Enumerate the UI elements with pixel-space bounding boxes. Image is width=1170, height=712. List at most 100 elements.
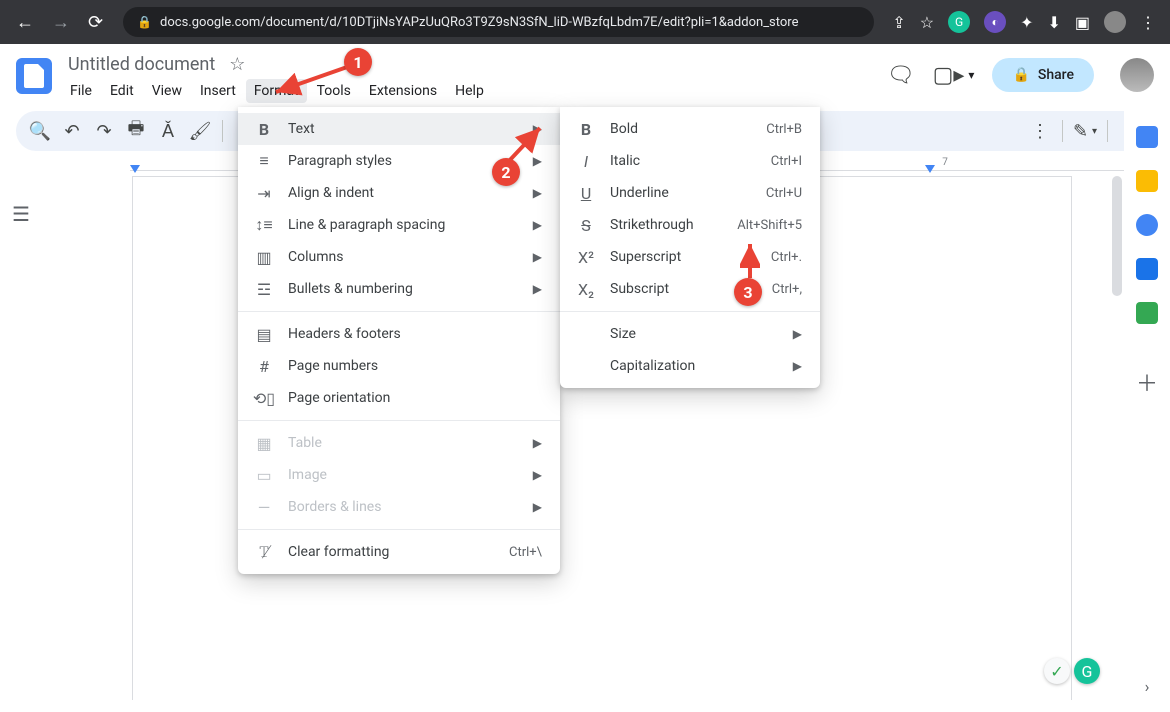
menu-item-label: Capitalization <box>610 358 749 374</box>
menu-item-page-orientation[interactable]: ⟲▯ Page orientation <box>238 382 560 414</box>
toolbar-separator <box>1107 120 1108 142</box>
forward-icon[interactable]: → <box>52 12 70 33</box>
profile-avatar-icon[interactable] <box>1104 11 1126 33</box>
menu-item-page-numbers[interactable]: # Page numbers <box>238 350 560 382</box>
reload-icon[interactable]: ⟳ <box>88 12 103 33</box>
submenu-item-capitalization[interactable]: Capitalization ▶ <box>560 350 820 382</box>
menu-item-label: Clear formatting <box>288 544 495 560</box>
list-icon: ☲ <box>254 280 274 299</box>
menu-item-table: ▦ Table ▶ <box>238 427 560 459</box>
indent-icon: ⇥ <box>254 184 274 203</box>
video-icon: ▢▸ <box>933 63 965 88</box>
menu-item-text[interactable]: B Text ▶ <box>238 113 560 145</box>
menu-divider <box>238 311 560 312</box>
browser-right-icons: ⇪ ☆ G ◐ ✦ ⬇ ▣ ⋮ <box>886 11 1162 33</box>
scrollbar[interactable] <box>1112 176 1122 700</box>
callout-2: 2 <box>492 158 520 186</box>
print-icon[interactable]: 🖶 <box>122 117 150 145</box>
menu-extensions[interactable]: Extensions <box>361 79 445 103</box>
menu-item-line-spacing[interactable]: ↕≡ Line & paragraph spacing ▶ <box>238 209 560 241</box>
side-panel-chevron-icon[interactable]: › <box>1145 677 1150 696</box>
extensions-icon[interactable]: ✦ <box>1020 13 1033 32</box>
paint-format-icon[interactable]: 🖌 <box>186 117 214 145</box>
submenu-arrow-icon: ▶ <box>533 154 542 168</box>
vertical-ruler <box>52 172 66 700</box>
menu-format[interactable]: Format <box>246 79 307 103</box>
spellcheck-icon[interactable]: Ǎ <box>154 117 182 145</box>
keep-icon[interactable] <box>1136 170 1158 192</box>
menu-insert[interactable]: Insert <box>192 79 244 103</box>
menu-item-columns[interactable]: ▥ Columns ▶ <box>238 241 560 273</box>
menu-item-headers-footers[interactable]: ▤ Headers & footers <box>238 318 560 350</box>
browser-nav: ← → ⟳ <box>8 12 111 33</box>
docs-logo-icon[interactable] <box>16 58 52 94</box>
submenu-arrow-icon: ▶ <box>533 122 542 136</box>
back-icon[interactable]: ← <box>16 12 34 33</box>
side-panel: ＋ › <box>1124 108 1170 700</box>
text-submenu: B Bold Ctrl+B I Italic Ctrl+I U Underlin… <box>560 107 820 388</box>
menu-view[interactable]: View <box>144 79 190 103</box>
submenu-item-strikethrough[interactable]: S Strikethrough Alt+Shift+5 <box>560 209 820 241</box>
submenu-arrow-icon: ▶ <box>533 468 542 482</box>
menu-item-bullets-numbering[interactable]: ☲ Bullets & numbering ▶ <box>238 273 560 305</box>
account-avatar[interactable] <box>1120 58 1154 92</box>
paragraph-icon: ≡ <box>254 151 274 171</box>
star-icon[interactable]: ☆ <box>229 54 245 75</box>
extension-purple-icon[interactable]: ◐ <box>984 11 1006 33</box>
menu-item-clear-formatting[interactable]: 𝚃̸ Clear formatting Ctrl+\ <box>238 536 560 568</box>
search-icon[interactable]: 🔍 <box>26 117 54 145</box>
menu-help[interactable]: Help <box>447 79 492 103</box>
header-right: 🗨 ▢▸ ▾ 🔒 Share <box>887 58 1154 92</box>
maps-icon[interactable] <box>1136 302 1158 324</box>
menu-item-label: Bold <box>610 121 752 137</box>
add-on-plus-icon[interactable]: ＋ <box>1136 366 1158 398</box>
extension-grammarly-icon[interactable]: G <box>948 11 970 33</box>
meet-button[interactable]: ▢▸ ▾ <box>933 63 975 88</box>
document-title[interactable]: Untitled document <box>62 52 221 77</box>
menubar: File Edit View Insert Format Tools Exten… <box>62 79 887 103</box>
submenu-arrow-icon: ▶ <box>533 250 542 264</box>
menu-item-label: Borders & lines <box>288 499 489 515</box>
share-button[interactable]: 🔒 Share <box>992 58 1094 92</box>
outline-toggle-icon[interactable]: ☰ <box>12 202 40 230</box>
menu-file[interactable]: File <box>62 79 100 103</box>
menu-item-label: Align & indent <box>288 185 489 201</box>
editing-mode-icon[interactable]: ✎ ▾ <box>1071 117 1099 145</box>
grammarly-badge-icon[interactable]: G <box>1074 658 1100 684</box>
tasks-icon[interactable] <box>1136 214 1158 236</box>
menu-shortcut: Ctrl+I <box>771 154 802 169</box>
subscript-icon: X₂ <box>576 280 596 299</box>
submenu-item-size[interactable]: Size ▶ <box>560 318 820 350</box>
menu-tools[interactable]: Tools <box>309 79 359 103</box>
menu-item-label: Strikethrough <box>610 217 723 233</box>
submenu-item-bold[interactable]: B Bold Ctrl+B <box>560 113 820 145</box>
download-icon[interactable]: ⬇ <box>1047 13 1060 32</box>
share-url-icon[interactable]: ⇪ <box>892 13 905 32</box>
italic-icon: I <box>576 152 596 171</box>
comments-icon[interactable]: 🗨 <box>887 63 915 88</box>
undo-icon[interactable]: ↶ <box>58 117 86 145</box>
calendar-icon[interactable] <box>1136 126 1158 148</box>
scrollbar-thumb[interactable] <box>1112 176 1122 296</box>
ruler-tick: 7 <box>942 157 948 168</box>
contacts-icon[interactable] <box>1136 258 1158 280</box>
kebab-menu-icon[interactable]: ⋮ <box>1140 13 1156 32</box>
underline-icon: U <box>576 184 596 203</box>
suggestion-badge-icon[interactable]: ✓ <box>1044 658 1070 684</box>
table-icon: ▦ <box>254 434 274 453</box>
submenu-item-subscript[interactable]: X₂ Subscript Ctrl+, <box>560 273 820 305</box>
url-bar[interactable]: 🔒 docs.google.com/document/d/10DTjiNsYAP… <box>123 7 874 37</box>
submenu-item-underline[interactable]: U Underline Ctrl+U <box>560 177 820 209</box>
submenu-item-superscript[interactable]: X² Superscript Ctrl+. <box>560 241 820 273</box>
menu-item-label: Image <box>288 467 489 483</box>
submenu-item-italic[interactable]: I Italic Ctrl+I <box>560 145 820 177</box>
bookmark-star-icon[interactable]: ☆ <box>920 13 934 32</box>
bold-icon: B <box>576 120 596 139</box>
menu-item-label: Superscript <box>610 249 757 265</box>
redo-icon[interactable]: ↷ <box>90 117 118 145</box>
kebab-toolbar-icon[interactable]: ⋮ <box>1026 117 1054 145</box>
window-icon[interactable]: ▣ <box>1075 13 1090 32</box>
headers-icon: ▤ <box>254 325 274 344</box>
menu-edit[interactable]: Edit <box>102 79 142 103</box>
callout-number: 1 <box>344 48 372 76</box>
